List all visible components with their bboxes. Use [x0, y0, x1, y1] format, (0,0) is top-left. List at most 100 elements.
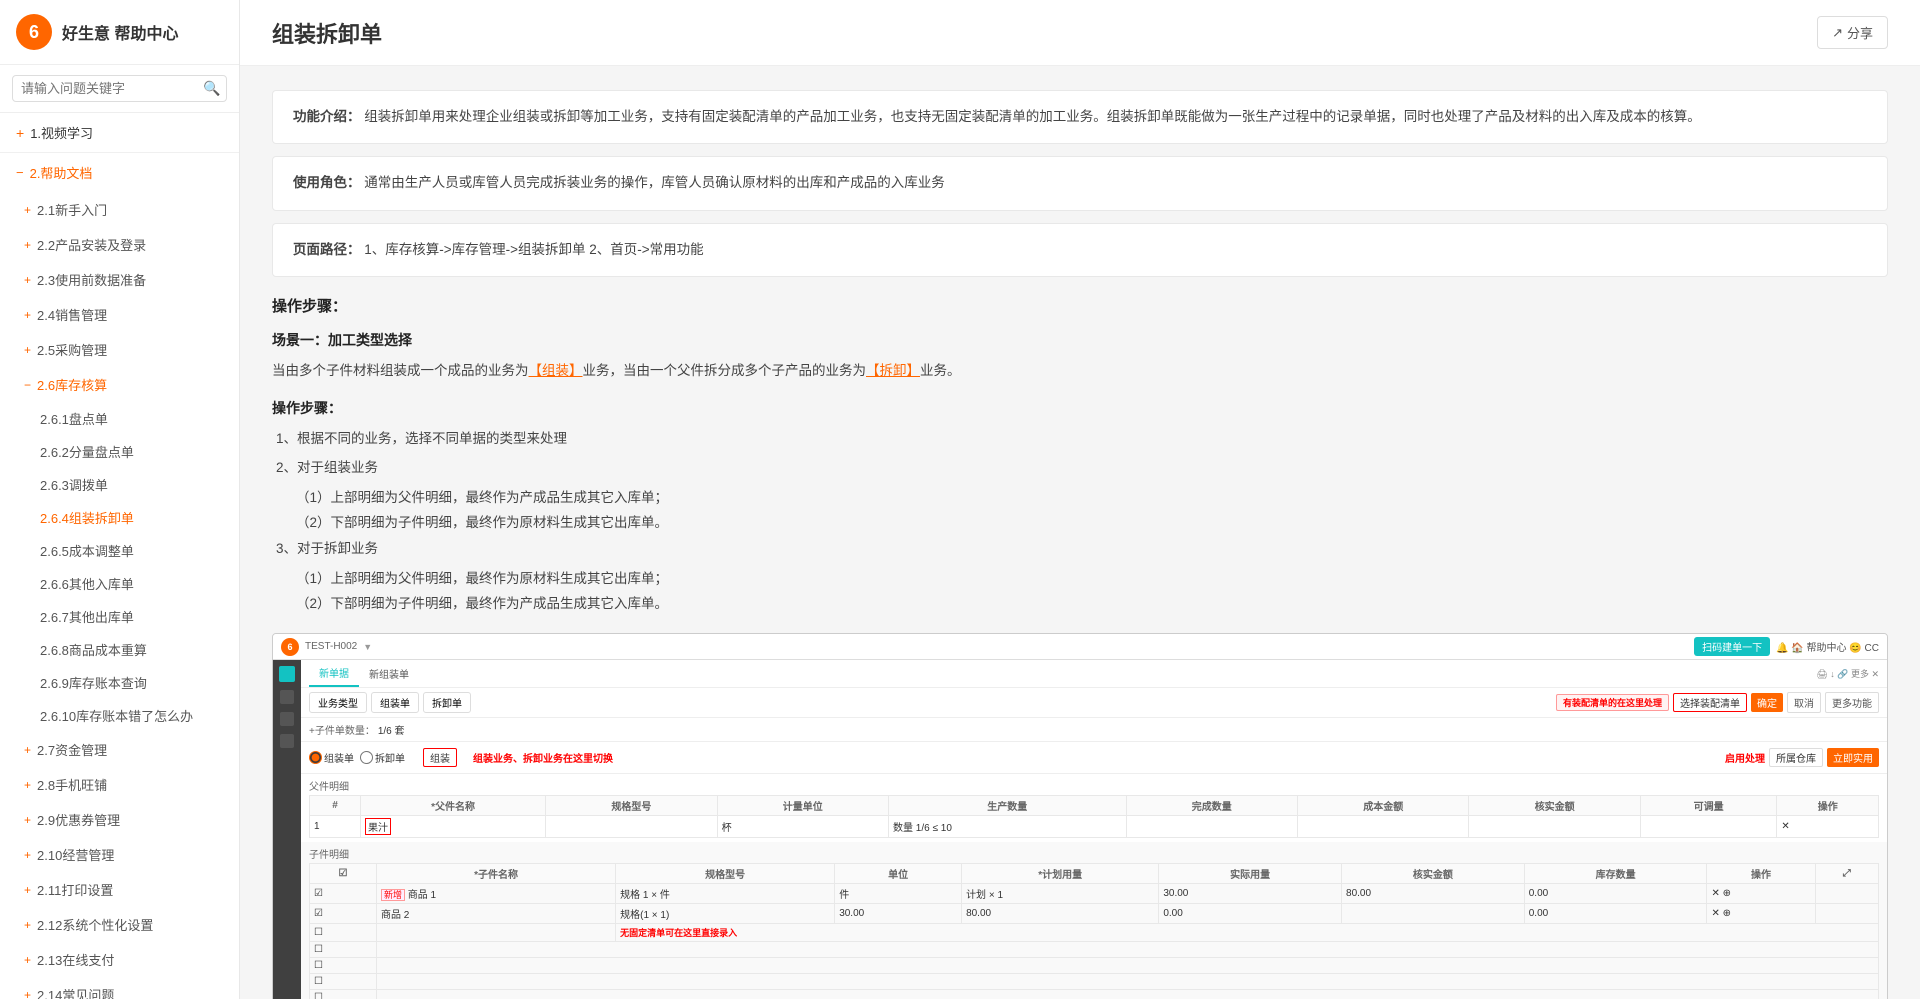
- scene1-steps-label: 操作步骤：: [272, 398, 1888, 418]
- app-sidebar-icon-2: [280, 690, 294, 704]
- nav-label-2.3: 2.3使用前数据准备: [37, 270, 146, 289]
- th-unit: 计量单位: [717, 796, 888, 816]
- nav-leaf-2.6.1[interactable]: 2.6.1盘点单: [0, 402, 239, 435]
- step-3-2: （2）下部明细为子件明细，最终作为产成品生成其它入库单。: [272, 591, 1888, 617]
- app-warehouse-select[interactable]: 所属仓库: [1769, 748, 1823, 767]
- sub-td-new-label: 新增: [381, 889, 405, 901]
- page-title: 组装拆卸单: [272, 17, 382, 49]
- nav-sub-section-2.9[interactable]: + 2.9优惠券管理: [0, 802, 239, 837]
- scene1-title: 场景一：加工类型选择: [272, 330, 1888, 350]
- func-intro-block: 功能介绍： 组装拆卸单用来处理企业组装或拆卸等加工业务，支持有固定装配清单的产品…: [272, 90, 1888, 144]
- sub-th-expand: ⤢: [1815, 864, 1878, 884]
- app-btn-save[interactable]: 业务类型: [309, 692, 367, 713]
- nav-leaf-2.6.5[interactable]: 2.6.5成本调整单: [0, 534, 239, 567]
- nav-label-2.12: 2.12系统个性化设置: [37, 915, 153, 934]
- th-spec: 规格型号: [546, 796, 717, 816]
- nav-leaf-2.6.10[interactable]: 2.6.10库存账本错了怎么办: [0, 699, 239, 732]
- app-tab-icons: 🖨 ↓ 🔗 更多 ✕: [1816, 667, 1879, 680]
- sub-td-unit-2: 30.00: [835, 904, 962, 924]
- app-enable-btn[interactable]: 立即实用: [1827, 748, 1879, 767]
- app-radio-chaijian[interactable]: 拆卸单: [360, 750, 405, 765]
- app-icons-bar: 🔔 🏠 帮助中心 😊 CC: [1776, 639, 1879, 654]
- nav-section-header-videos[interactable]: + 1.视频学习: [0, 113, 239, 152]
- nav-sub-section-2.3[interactable]: + 2.3使用前数据准备: [0, 262, 239, 297]
- search-input[interactable]: [12, 75, 227, 102]
- td-op-1[interactable]: ✕: [1777, 816, 1879, 838]
- app-tab-bar: 新单据 新组装单 🖨 ↓ 🔗 更多 ✕: [301, 660, 1887, 688]
- sub-td-unit-1: 件: [835, 884, 962, 904]
- nav-sub-section-2.6[interactable]: − 2.6库存核算: [0, 367, 239, 402]
- step-2-1: （1）上部明细为父件明细，最终作为产成品生成其它入库单；: [272, 485, 1888, 511]
- app-dropdown-icon: ▼: [363, 642, 372, 652]
- nav-sub-section-2.4[interactable]: + 2.4销售管理: [0, 297, 239, 332]
- nav-leaf-2.6.2[interactable]: 2.6.2分量盘点单: [0, 435, 239, 468]
- app-select-bom-btn[interactable]: 选择装配清单: [1673, 693, 1747, 712]
- td-unit-1: 杯: [717, 816, 888, 838]
- app-radio-chaijian-input[interactable]: [360, 751, 373, 764]
- nav-sub-section-2.12[interactable]: + 2.12系统个性化设置: [0, 907, 239, 942]
- sub-td-check-1: ☑: [310, 884, 377, 904]
- expand-icon-videos: +: [16, 125, 24, 141]
- nav-leaf-2.6.4[interactable]: 2.6.4组装拆卸单: [0, 501, 239, 534]
- path-block: 页面路径： 1、库存核算->库存管理->组装拆卸单 2、首页->常用功能: [272, 223, 1888, 277]
- app-confirm-btn[interactable]: 确定: [1751, 693, 1783, 712]
- app-btn-zuzhuang[interactable]: 组装单: [371, 692, 419, 713]
- sub-td-ops-1[interactable]: ✕ ⊕: [1707, 884, 1815, 904]
- logo-icon: 6: [16, 14, 52, 50]
- nav-label-2.14: 2.14常见问题: [37, 985, 114, 999]
- app-cancel-btn[interactable]: 取消: [1787, 692, 1821, 713]
- nav-section-label-helpdocs: 2.帮助文档: [30, 163, 93, 182]
- th-ops: 操作: [1777, 796, 1879, 816]
- nav-leaf-2.6.8[interactable]: 2.6.8商品成本重算: [0, 633, 239, 666]
- sub-td-check-7: ☐: [310, 990, 377, 999]
- nav-sub-section-2.5[interactable]: + 2.5采购管理: [0, 332, 239, 367]
- nav-section-videos: + 1.视频学习: [0, 113, 239, 153]
- expand-icon-2.2: +: [24, 238, 31, 252]
- app-radio-zuzhuang-input[interactable]: [309, 751, 322, 764]
- search-box: 🔍: [0, 65, 239, 113]
- sub-td-ops-2[interactable]: ✕ ⊕: [1707, 904, 1815, 924]
- nav-section-helpdocs: − 2.帮助文档 + 2.1新手入门 + 2.2产品安装及登录 + 2.3使用前…: [0, 153, 239, 999]
- app-tab-new-assembly[interactable]: 新组装单: [359, 661, 419, 686]
- app-new-doc-btn[interactable]: 扫码建单一下: [1694, 637, 1770, 656]
- share-button[interactable]: ↗ 分享: [1817, 16, 1888, 49]
- nav-sub-section-2.13[interactable]: + 2.13在线支付: [0, 942, 239, 977]
- sub-row-3: ☐ 无固定清单可在这里直接录入: [310, 924, 1879, 942]
- sub-td-exp-1: [1815, 884, 1878, 904]
- nav-section-header-helpdocs[interactable]: − 2.帮助文档: [0, 153, 239, 192]
- app-more-btn[interactable]: 更多功能: [1825, 692, 1879, 713]
- nav-sub-section-2.2[interactable]: + 2.2产品安装及登录: [0, 227, 239, 262]
- expand-icon-2.10: +: [24, 848, 31, 862]
- zuanzhuang-link[interactable]: 【组装】: [529, 363, 583, 378]
- td-name-1-box: 果汁: [365, 818, 391, 835]
- app-highlighted-type: 组装: [423, 748, 457, 767]
- sub-row-2: ☑ 商品 2 规格(1 × 1) 30.00 80.00 0.00 0.00: [310, 904, 1879, 924]
- nav-sub-section-2.14[interactable]: + 2.14常见问题: [0, 977, 239, 999]
- nav-leaf-2.6.6[interactable]: 2.6.6其他入库单: [0, 567, 239, 600]
- nav-label-2.2: 2.2产品安装及登录: [37, 235, 146, 254]
- sidebar: 6 好生意 帮助中心 🔍 + 1.视频学习 − 2.帮助文档 + 2.1新手入门: [0, 0, 240, 999]
- td-name-1: 果汁: [360, 816, 545, 838]
- app-tab-new[interactable]: 新单据: [309, 660, 359, 687]
- nav-sub-section-2.7[interactable]: + 2.7资金管理: [0, 732, 239, 767]
- role-block: 使用角色： 通常由生产人员或库管人员完成拆装业务的操作，库管人员确认原材料的出库…: [272, 156, 1888, 210]
- sub-td-cost-2: [1342, 904, 1525, 924]
- ann-switch-label: 组装业务、拆卸业务在这里切换: [473, 750, 613, 765]
- app-annotation-top-right: 有装配清单的在这里处理: [1556, 694, 1669, 711]
- app-btn-chaijian-type[interactable]: 拆卸单: [423, 692, 471, 713]
- nav-leaf-2.6.9[interactable]: 2.6.9库存账本查询: [0, 666, 239, 699]
- sub-th-unit: 单位: [835, 864, 962, 884]
- nav-sub-section-2.11[interactable]: + 2.11打印设置: [0, 872, 239, 907]
- app-parent-row-1: 1 果汁 杯 数量 1/6 ≤ 10: [310, 816, 1879, 838]
- nav-sub-section-2.8[interactable]: + 2.8手机旺铺: [0, 767, 239, 802]
- nav-leaf-2.6.7[interactable]: 2.6.7其他出库单: [0, 600, 239, 633]
- search-icon[interactable]: 🔍: [203, 80, 220, 97]
- chaijian-link[interactable]: 【拆卸】: [866, 363, 920, 378]
- app-sidebar-icon-3: [280, 712, 294, 726]
- step-1: 1、根据不同的业务，选择不同单据的类型来处理: [272, 426, 1888, 452]
- nav-leaf-2.6.3[interactable]: 2.6.3调拨单: [0, 468, 239, 501]
- nav-sub-section-2.10[interactable]: + 2.10经营管理: [0, 837, 239, 872]
- nav-sub-section-2.1[interactable]: + 2.1新手入门: [0, 192, 239, 227]
- expand-icon-2.14: +: [24, 988, 31, 999]
- app-radio-zuzhuang[interactable]: 组装单: [309, 750, 354, 765]
